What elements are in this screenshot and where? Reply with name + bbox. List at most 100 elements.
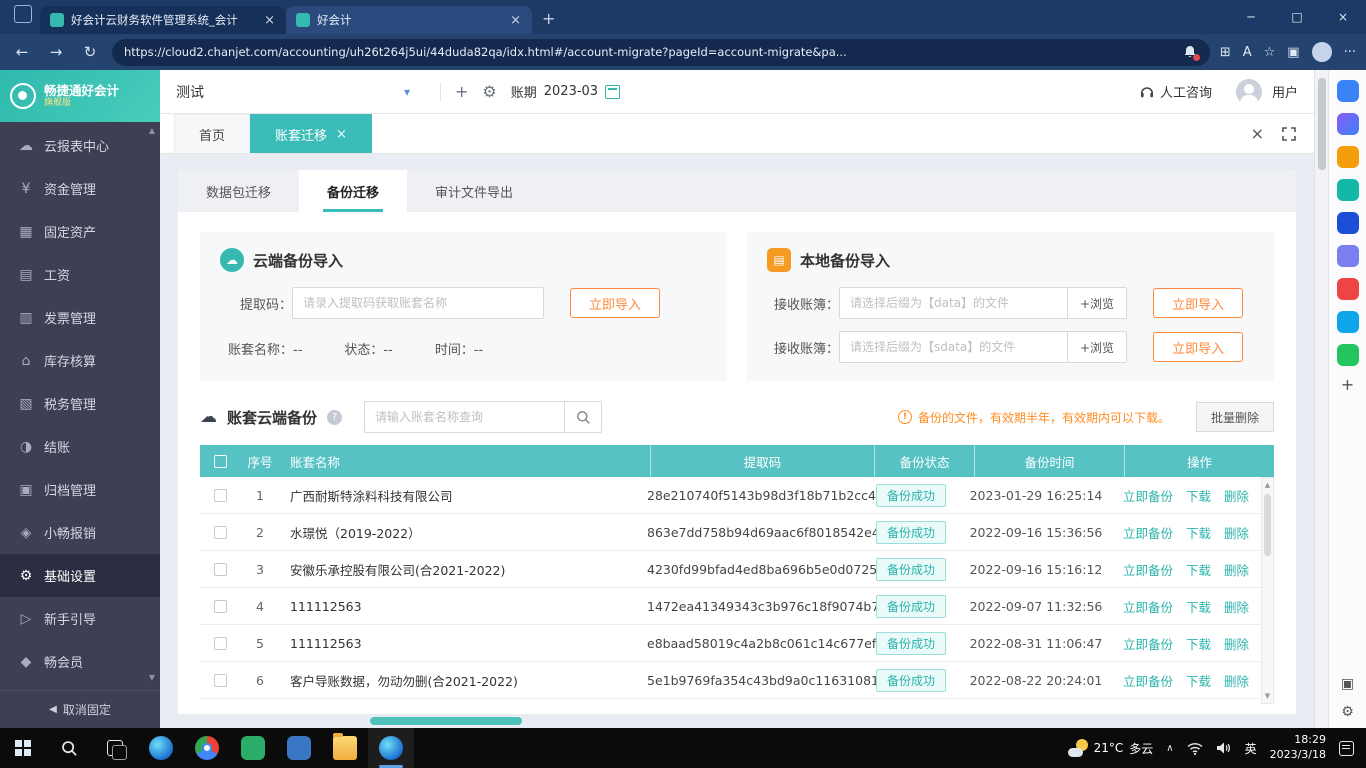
delete-link[interactable]: 删除 [1224, 486, 1249, 505]
scroll-down-icon[interactable]: ▼ [1265, 689, 1270, 703]
local-import-button[interactable]: 立即导入 [1153, 288, 1244, 318]
edge-sidebar-icon[interactable] [1336, 344, 1359, 366]
table-scrollbar-thumb[interactable] [1264, 494, 1271, 556]
edge-sidebar-icon[interactable] [1336, 146, 1359, 168]
notification-bell-icon[interactable] [1182, 44, 1200, 61]
minimize-button[interactable]: ─ [1228, 0, 1274, 34]
taskbar-app[interactable] [368, 728, 414, 768]
local-import-button[interactable]: 立即导入 [1153, 332, 1244, 362]
favorite-star-icon[interactable]: ☆ [1264, 45, 1276, 60]
page-scrollbar[interactable] [1314, 70, 1328, 728]
weather-widget[interactable]: 21°C 多云 [1067, 739, 1153, 757]
taskbar-app[interactable] [184, 728, 230, 768]
download-link[interactable]: 下载 [1186, 486, 1211, 505]
backup-now-link[interactable]: 立即备份 [1123, 560, 1173, 579]
batch-delete-button[interactable]: 批量删除 [1195, 402, 1274, 432]
add-account-set-icon[interactable]: + [455, 82, 468, 101]
row-checkbox[interactable] [213, 636, 227, 650]
more-menu-icon[interactable]: ··· [1344, 45, 1356, 60]
sidebar-settings-icon[interactable]: ⚙ [1341, 704, 1354, 720]
row-checkbox[interactable] [213, 562, 227, 576]
maximize-button[interactable]: □ [1274, 0, 1320, 34]
tab-close-icon[interactable]: × [336, 127, 347, 142]
sidebar-item[interactable]: ▥ 发票管理 [0, 296, 160, 339]
sidebar-item[interactable]: ☁ 云报表中心 [0, 124, 160, 167]
help-icon[interactable]: ? [327, 409, 343, 425]
fullscreen-icon[interactable] [1282, 126, 1296, 141]
download-link[interactable]: 下载 [1186, 597, 1211, 616]
sidebar-item[interactable]: ◈ 小畅报销 [0, 511, 160, 554]
user-avatar[interactable] [1235, 78, 1262, 105]
backup-now-link[interactable]: 立即备份 [1123, 523, 1173, 542]
edge-sidebar-icon[interactable] [1336, 113, 1359, 135]
row-checkbox[interactable] [213, 673, 227, 687]
split-screen-icon[interactable]: ⊞ [1220, 45, 1231, 60]
file-select-input[interactable] [839, 287, 1067, 319]
content-tab[interactable]: 数据包迁移 [178, 170, 299, 212]
browse-button[interactable]: +浏览 [1067, 331, 1128, 363]
cloud-import-button[interactable]: 立即导入 [570, 288, 661, 318]
browser-profile-avatar[interactable] [1311, 42, 1332, 62]
browser-tab-2[interactable]: 好会计 × [286, 6, 532, 34]
new-tab-button[interactable]: + [532, 9, 565, 34]
sidebar-item[interactable]: ¥ 资金管理 [0, 167, 160, 210]
refresh-icon[interactable]: ↻ [78, 43, 102, 61]
row-checkbox[interactable] [213, 599, 227, 613]
workspace-icon[interactable] [14, 4, 32, 23]
language-indicator[interactable]: 英 [1245, 740, 1257, 757]
wifi-icon[interactable] [1187, 742, 1203, 755]
sidebar-item[interactable]: ⌂ 库存核算 [0, 339, 160, 382]
collections-icon[interactable]: ▣ [1287, 45, 1299, 60]
tab-close-icon[interactable]: × [507, 13, 524, 28]
backup-now-link[interactable]: 立即备份 [1123, 597, 1173, 616]
sidebar-scroll-up-icon[interactable]: ▲ [149, 126, 155, 135]
url-text[interactable]: https://cloud2.chanjet.com/accounting/uh… [124, 45, 1174, 59]
sidebar-item[interactable]: ⚙ 基础设置 [0, 554, 160, 597]
task-view-button[interactable] [92, 728, 138, 768]
delete-link[interactable]: 删除 [1224, 523, 1249, 542]
start-button[interactable] [0, 728, 46, 768]
clock[interactable]: 18:29 2023/3/18 [1270, 733, 1326, 763]
backup-now-link[interactable]: 立即备份 [1123, 634, 1173, 653]
notification-center-icon[interactable] [1339, 740, 1354, 756]
tab-close-icon[interactable]: × [261, 13, 278, 28]
account-set-selector[interactable]: 测试 ▾ [176, 82, 426, 102]
search-button[interactable] [564, 401, 603, 433]
edge-sidebar-icon[interactable] [1336, 311, 1359, 333]
sidebar-item[interactable]: ▦ 固定资产 [0, 210, 160, 253]
row-checkbox[interactable] [213, 488, 227, 502]
scroll-up-icon[interactable]: ▲ [1265, 478, 1270, 492]
sidebar-item[interactable]: ▤ 工资 [0, 253, 160, 296]
add-sidebar-item-icon[interactable]: + [1341, 377, 1354, 393]
horizontal-scrollbar-thumb[interactable] [370, 717, 522, 725]
support-button[interactable]: 人工咨询 [1139, 82, 1212, 101]
volume-icon[interactable] [1216, 741, 1232, 755]
sidebar-item[interactable]: ◑ 结账 [0, 425, 160, 468]
taskbar-app[interactable] [276, 728, 322, 768]
browse-button[interactable]: +浏览 [1067, 287, 1128, 319]
taskbar-app[interactable] [322, 728, 368, 768]
download-link[interactable]: 下载 [1186, 560, 1211, 579]
backup-now-link[interactable]: 立即备份 [1123, 671, 1173, 690]
delete-link[interactable]: 删除 [1224, 671, 1249, 690]
tab-account-migrate[interactable]: 账套迁移 × [250, 114, 372, 153]
close-button[interactable]: × [1320, 0, 1366, 34]
page-scrollbar-thumb[interactable] [1318, 78, 1326, 170]
download-link[interactable]: 下载 [1186, 634, 1211, 653]
edge-sidebar-icon[interactable] [1336, 179, 1359, 201]
extract-code-input[interactable] [292, 287, 544, 319]
sidebar-item[interactable]: ▣ 归档管理 [0, 468, 160, 511]
read-aloud-icon[interactable]: A [1243, 45, 1252, 60]
row-checkbox[interactable] [213, 525, 227, 539]
taskbar-app[interactable] [230, 728, 276, 768]
backup-now-link[interactable]: 立即备份 [1123, 486, 1173, 505]
close-all-tabs-icon[interactable]: × [1251, 124, 1264, 143]
calendar-icon[interactable] [605, 84, 621, 99]
edge-sidebar-icon[interactable] [1336, 245, 1359, 267]
user-label[interactable]: 用户 [1272, 82, 1298, 101]
delete-link[interactable]: 删除 [1224, 634, 1249, 653]
sidebar-item[interactable]: ▧ 税务管理 [0, 382, 160, 425]
settings-gear-icon[interactable]: ⚙ [482, 82, 496, 101]
sidebar-scroll-down-icon[interactable]: ▼ [149, 673, 155, 682]
period-value[interactable]: 2023-03 [544, 84, 598, 99]
